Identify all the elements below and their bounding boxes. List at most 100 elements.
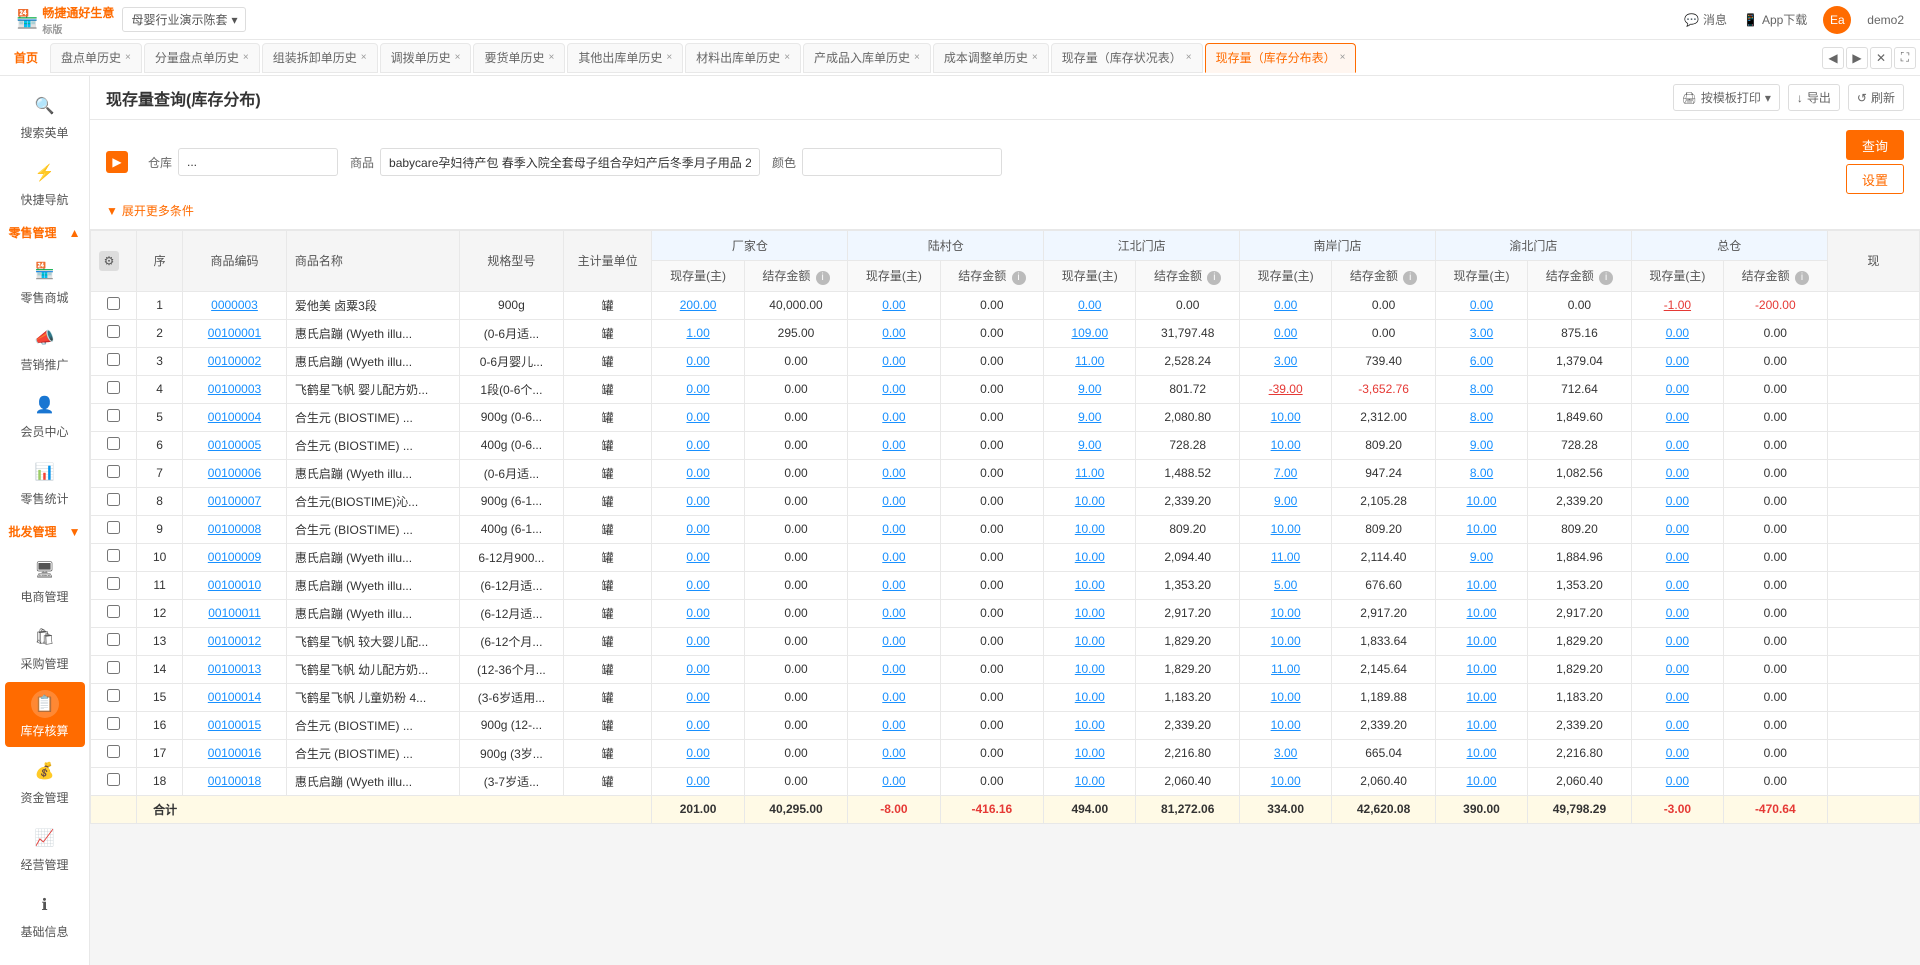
cell-checkbox[interactable] xyxy=(91,711,137,739)
sidebar-item-search[interactable]: 🔍 搜索英单 xyxy=(5,84,85,149)
tab-6-close-icon[interactable]: × xyxy=(666,52,672,63)
cell-total-amt: 0.00 xyxy=(1723,571,1827,599)
tab-1[interactable]: 盘点单历史 × xyxy=(50,43,142,73)
sidebar-group-retail[interactable]: 零售管理 ▲ xyxy=(5,218,85,247)
username[interactable]: demo2 xyxy=(1867,13,1904,27)
sidebar-item-inventory[interactable]: 📋 库存核算 xyxy=(5,682,85,747)
tab-8-close-icon[interactable]: × xyxy=(914,52,920,63)
cell-checkbox[interactable] xyxy=(91,487,137,515)
cell-checkbox[interactable] xyxy=(91,459,137,487)
refresh-btn[interactable]: ↺ 刷新 xyxy=(1848,84,1904,111)
cell-checkbox[interactable] xyxy=(91,403,137,431)
tab-9[interactable]: 成本调整单历史 × xyxy=(933,43,1049,73)
cell-total-amt: 0.00 xyxy=(1723,627,1827,655)
sidebar-item-member[interactable]: 👤 会员中心 xyxy=(5,383,85,448)
w1-amt-info-icon[interactable]: i xyxy=(816,271,830,285)
cell-checkbox[interactable] xyxy=(91,347,137,375)
w4-amt-info-icon[interactable]: i xyxy=(1403,271,1417,285)
expand-filter-btn[interactable]: ▶ xyxy=(106,151,128,173)
marketing-icon: 📣 xyxy=(31,324,59,352)
tab-5-close-icon[interactable]: × xyxy=(548,52,554,63)
tab-10[interactable]: 现存量（库存状况表） × xyxy=(1051,43,1203,73)
tab-5[interactable]: 要货单历史 × xyxy=(473,43,565,73)
cell-checkbox[interactable] xyxy=(91,655,137,683)
sidebar-item-finance[interactable]: 💰 资金管理 xyxy=(5,749,85,814)
sidebar-item-quick-nav[interactable]: ⚡ 快捷导航 xyxy=(5,151,85,216)
sidebar-group-wholesale[interactable]: 批发管理 ▼ xyxy=(5,517,85,546)
cell-name: 惠氏启蹦 (Wyeth illu... xyxy=(286,319,459,347)
tab-home[interactable]: 首页 xyxy=(4,43,48,73)
cell-no: 3 xyxy=(137,347,183,375)
tab-4[interactable]: 调拨单历史 × xyxy=(380,43,472,73)
cell-name: 飞鹤星飞帆 较大婴儿配... xyxy=(286,627,459,655)
cell-checkbox[interactable] xyxy=(91,319,137,347)
cell-checkbox[interactable] xyxy=(91,739,137,767)
tab-11-close-icon[interactable]: × xyxy=(1340,52,1346,63)
sidebar-item-operation[interactable]: 📈 经营管理 xyxy=(5,816,85,881)
warehouse-input[interactable] xyxy=(178,148,338,176)
cell-checkbox[interactable] xyxy=(91,431,137,459)
cell-checkbox[interactable] xyxy=(91,571,137,599)
sidebar-item-marketing[interactable]: 📣 营销推广 xyxy=(5,316,85,381)
tab-10-label: 现存量（库存状况表） xyxy=(1062,49,1182,66)
print-btn[interactable]: 🖨 按模板打印 ▾ xyxy=(1673,84,1780,111)
main-content: 现存量查询(库存分布) 🖨 按模板打印 ▾ ↓ 导出 ↺ 刷新 xyxy=(90,76,1920,965)
cell-w4-amt: 665.04 xyxy=(1332,739,1436,767)
w2-amt-info-icon[interactable]: i xyxy=(1012,271,1026,285)
cell-checkbox[interactable] xyxy=(91,627,137,655)
cell-w3-qty: 10.00 xyxy=(1044,571,1136,599)
query-btn[interactable]: 查询 xyxy=(1846,130,1904,160)
tab-9-close-icon[interactable]: × xyxy=(1032,52,1038,63)
tab-3[interactable]: 组装拆卸单历史 × xyxy=(262,43,378,73)
tab-4-close-icon[interactable]: × xyxy=(455,52,461,63)
app-download-btn[interactable]: 📱 App下载 xyxy=(1743,11,1807,28)
tab-6[interactable]: 其他出库单历史 × xyxy=(567,43,683,73)
expand-conditions-btn[interactable]: ▼ 展开更多条件 xyxy=(106,202,1904,219)
sidebar-item-ecommerce[interactable]: 🖥 电商管理 xyxy=(5,548,85,613)
settings-icon[interactable]: ⚙ xyxy=(99,251,119,271)
tab-maximize-btn[interactable]: ⛶ xyxy=(1894,47,1916,69)
tab-10-close-icon[interactable]: × xyxy=(1186,52,1192,63)
w5-amt-info-icon[interactable]: i xyxy=(1599,271,1613,285)
tab-2[interactable]: 分量盘点单历史 × xyxy=(144,43,260,73)
cell-checkbox[interactable] xyxy=(91,375,137,403)
tab-8[interactable]: 产成品入库单历史 × xyxy=(803,43,931,73)
cell-w1-amt: 0.00 xyxy=(744,543,848,571)
cell-checkbox[interactable] xyxy=(91,683,137,711)
sidebar-item-purchase[interactable]: 🛍 采购管理 xyxy=(5,615,85,680)
tab-11[interactable]: 现存量（库存分布表） × xyxy=(1205,43,1357,73)
dropdown-selector[interactable]: 母婴行业演示陈套 ▾ xyxy=(122,7,246,32)
cell-w3-qty: 11.00 xyxy=(1044,347,1136,375)
settings-btn[interactable]: 设置 xyxy=(1846,164,1904,194)
sidebar-item-system[interactable]: ⚙ 系统管理 xyxy=(5,950,85,965)
cell-checkbox[interactable] xyxy=(91,767,137,795)
cell-checkbox[interactable] xyxy=(91,291,137,319)
tab-close-all-btn[interactable]: ✕ xyxy=(1870,47,1892,69)
color-input[interactable] xyxy=(802,148,1002,176)
cell-w2-amt: 0.00 xyxy=(940,711,1044,739)
tab-prev-btn[interactable]: ◀ xyxy=(1822,47,1844,69)
cell-checkbox[interactable] xyxy=(91,543,137,571)
tab-next-btn[interactable]: ▶ xyxy=(1846,47,1868,69)
tab-2-close-icon[interactable]: × xyxy=(243,52,249,63)
tab-7-close-icon[interactable]: × xyxy=(784,52,790,63)
tab-1-close-icon[interactable]: × xyxy=(125,52,131,63)
sidebar-item-retail-stats[interactable]: 📊 零售统计 xyxy=(5,450,85,515)
cell-w3-amt: 1,183.20 xyxy=(1136,683,1240,711)
w3-amt-info-icon[interactable]: i xyxy=(1207,271,1221,285)
color-filter: 颜色 xyxy=(772,148,1002,176)
cell-checkbox[interactable] xyxy=(91,599,137,627)
refresh-label: 刷新 xyxy=(1871,89,1895,106)
user-avatar[interactable]: Ea xyxy=(1823,6,1851,34)
th-settings[interactable]: ⚙ xyxy=(91,231,137,292)
sidebar-item-retail-store[interactable]: 🏪 零售商城 xyxy=(5,249,85,314)
tab-3-close-icon[interactable]: × xyxy=(361,52,367,63)
total-amt-info-icon[interactable]: i xyxy=(1795,271,1809,285)
goods-input[interactable] xyxy=(380,148,760,176)
sidebar-item-basic[interactable]: ℹ 基础信息 xyxy=(5,883,85,948)
cell-w5-qty: 6.00 xyxy=(1435,347,1527,375)
tab-7[interactable]: 材料出库单历史 × xyxy=(685,43,801,73)
export-btn[interactable]: ↓ 导出 xyxy=(1788,84,1840,111)
message-btn[interactable]: 💬 消息 xyxy=(1684,11,1727,28)
cell-checkbox[interactable] xyxy=(91,515,137,543)
